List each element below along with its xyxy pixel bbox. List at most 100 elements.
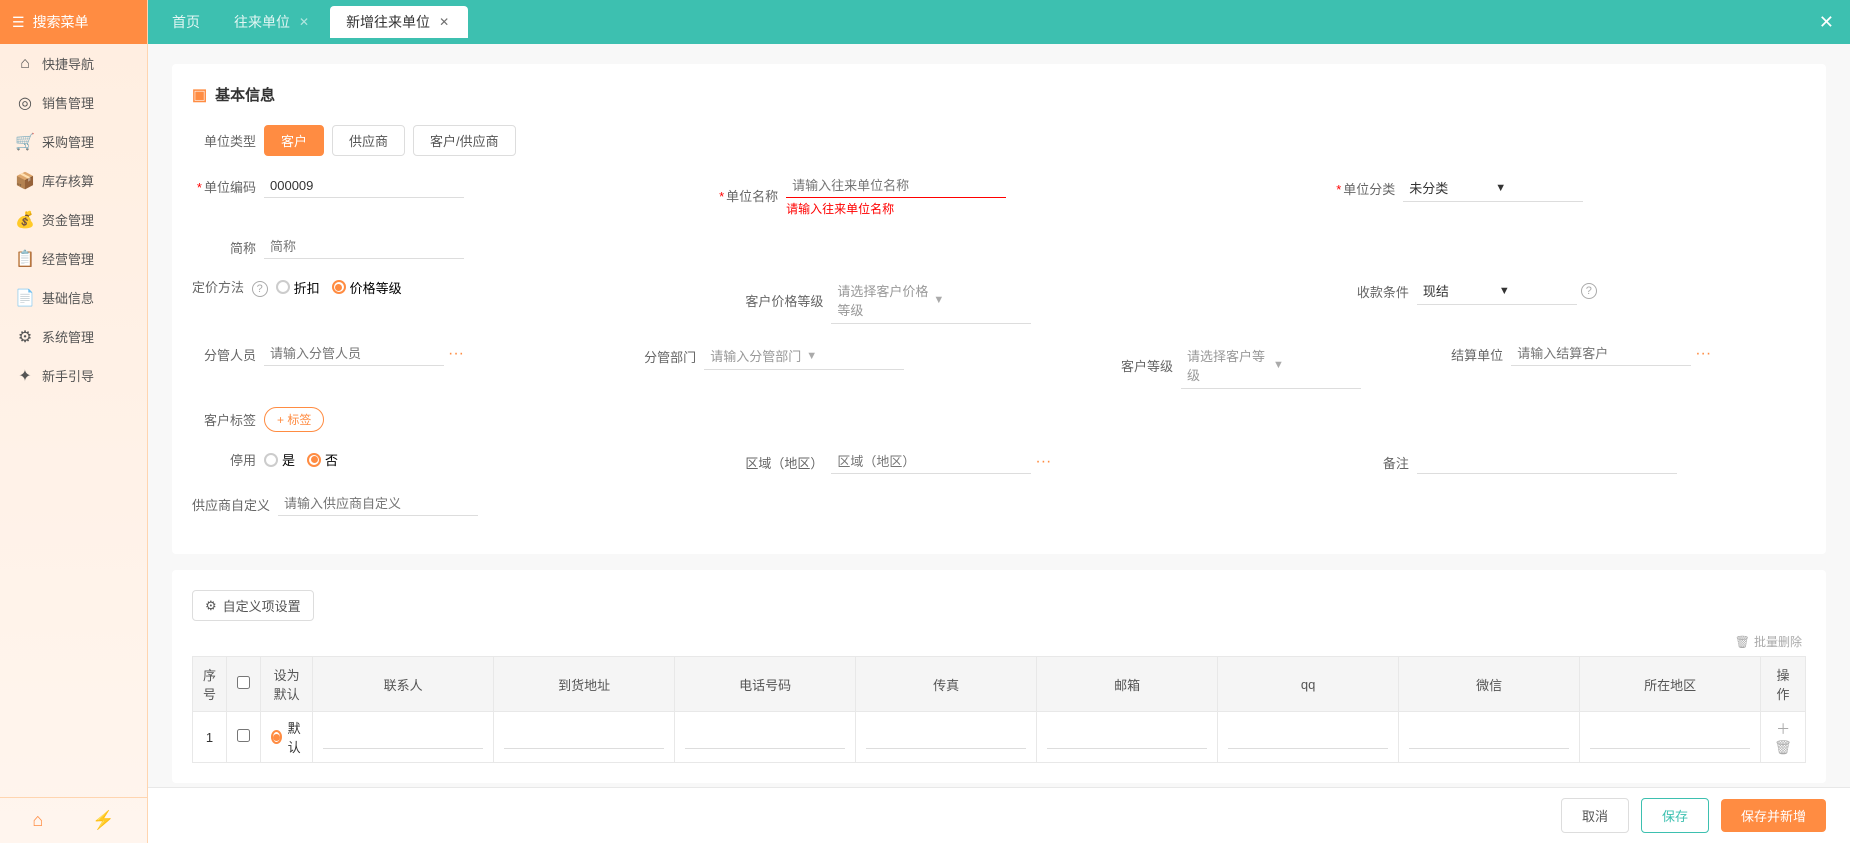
supplier-custom-input[interactable] xyxy=(278,492,478,516)
unit-type-btn-both[interactable]: 客户/供应商 xyxy=(413,125,516,156)
remark-input[interactable] xyxy=(1417,450,1677,474)
tab-contacts[interactable]: 往来单位✕ xyxy=(218,6,328,38)
cancel-button[interactable]: 取消 xyxy=(1561,798,1629,833)
tab-close-new-contact[interactable]: ✕ xyxy=(436,14,452,30)
window-close-button[interactable]: ✕ xyxy=(1811,8,1842,37)
batch-delete-label: 批量删除 xyxy=(1754,633,1802,650)
add-tag-button[interactable]: + 标签 xyxy=(264,407,324,432)
table-body: 1默认＋🗑 xyxy=(193,712,1806,763)
table-toolbar: 🗑 批量删除 xyxy=(192,633,1806,650)
supplier-custom-row: 供应商自定义 xyxy=(192,492,1806,516)
sidebar-item-system[interactable]: ⚙系统管理 xyxy=(0,317,147,356)
customer-price-select[interactable]: 请选择客户价格等级 ▼ xyxy=(831,277,1031,324)
operations-icon: 📋 xyxy=(16,250,34,268)
region-more-btn[interactable]: ··· xyxy=(1031,453,1055,471)
unit-code-label: *单位编码 xyxy=(192,177,256,196)
supplier-custom-group: 供应商自定义 xyxy=(192,492,1806,516)
sidebar-item-inventory[interactable]: 📦库存核算 xyxy=(0,161,147,200)
tab-new-contact[interactable]: 新增往来单位✕ xyxy=(330,6,468,38)
row-region-0[interactable] xyxy=(1580,712,1761,763)
pricing-radio-circle-price-level xyxy=(332,280,346,294)
disabled-radio-yes[interactable]: 是 xyxy=(264,450,295,469)
unit-type-btn-customer[interactable]: 客户 xyxy=(264,125,324,156)
manager-input[interactable] xyxy=(264,342,444,366)
row-check-0[interactable] xyxy=(227,712,261,763)
batch-delete-button[interactable]: 🗑 批量删除 xyxy=(1735,633,1802,650)
row-qq-input-0[interactable] xyxy=(1228,725,1388,749)
table-header-6: 传真 xyxy=(856,657,1037,712)
sidebar-item-operations[interactable]: 📋经营管理 xyxy=(0,239,147,278)
short-name-input[interactable] xyxy=(264,235,464,259)
row-phone-input-0[interactable] xyxy=(685,725,845,749)
row-fax-input-0[interactable] xyxy=(866,725,1026,749)
inventory-icon: 📦 xyxy=(16,172,34,190)
row-region-input-0[interactable] xyxy=(1590,725,1750,749)
table-select-all[interactable] xyxy=(237,676,250,689)
section-title-text: 基本信息 xyxy=(215,84,275,105)
row-default-radio-0[interactable] xyxy=(271,730,282,744)
sales-icon: ◎ xyxy=(16,94,34,112)
sidebar-settings-icon[interactable]: ⚡ xyxy=(88,806,118,835)
sidebar-search-label: 搜索菜单 xyxy=(33,12,89,32)
region-input[interactable] xyxy=(831,450,1031,474)
row-contact-input-0[interactable] xyxy=(323,725,483,749)
pricing-radio-price-level[interactable]: 价格等级 xyxy=(332,278,402,297)
pricing-radio-discount[interactable]: 折扣 xyxy=(276,278,320,297)
sidebar-item-finance[interactable]: 💰资金管理 xyxy=(0,200,147,239)
dept-select[interactable]: 请输入分管部门 ▼ xyxy=(704,342,904,370)
payment-terms-help-icon[interactable]: ? xyxy=(1581,283,1597,299)
sidebar-item-quick-nav[interactable]: ⌂快捷导航 xyxy=(0,44,147,83)
unit-type-btn-supplier[interactable]: 供应商 xyxy=(332,125,405,156)
row-checkbox-0[interactable] xyxy=(237,729,250,742)
sidebar-label-quick-nav: 快捷导航 xyxy=(42,54,94,73)
footer-bar: 取消 保存 保存并新增 xyxy=(148,787,1850,843)
manager-more-btn[interactable]: ··· xyxy=(444,345,468,363)
row-wechat-0[interactable] xyxy=(1399,712,1580,763)
sidebar-item-basic-info[interactable]: 📄基础信息 xyxy=(0,278,147,317)
unit-type-row: 单位类型 客户供应商客户/供应商 xyxy=(192,125,1806,156)
settlement-input[interactable] xyxy=(1511,342,1691,366)
custom-settings-button[interactable]: ⚙ 自定义项设置 xyxy=(192,590,314,621)
row-default-label-0: 默认 xyxy=(286,718,302,756)
table-header-8: qq xyxy=(1218,657,1399,712)
settlement-more-btn[interactable]: ··· xyxy=(1691,345,1715,363)
content-area: ▣ 基本信息 单位类型 客户供应商客户/供应商 *单位编码 xyxy=(148,44,1850,787)
row-contact-0[interactable] xyxy=(313,712,494,763)
row-delete-btn-0[interactable]: 🗑 xyxy=(1771,739,1795,755)
unit-code-input[interactable] xyxy=(264,174,464,198)
sidebar-search[interactable]: ☰ 搜索菜单 xyxy=(0,0,147,44)
row-wechat-input-0[interactable] xyxy=(1409,725,1569,749)
short-name-label: 简称 xyxy=(192,238,256,257)
row-address-0[interactable] xyxy=(494,712,675,763)
sidebar-item-new-guide[interactable]: ✦新手引导 xyxy=(0,356,147,395)
batch-delete-icon: 🗑 xyxy=(1735,635,1750,649)
row-default-0[interactable]: 默认 xyxy=(261,712,313,763)
save-add-button[interactable]: 保存并新增 xyxy=(1721,799,1826,832)
tab-home[interactable]: 首页 xyxy=(156,6,216,38)
settlement-label: 结算单位 xyxy=(1439,345,1503,364)
table-header-2: 设为默认 xyxy=(261,657,313,712)
pricing-radios: 折扣价格等级 xyxy=(276,278,402,297)
unit-category-select[interactable]: 未分类 ▼ xyxy=(1403,174,1583,202)
pricing-help-icon[interactable]: ? xyxy=(252,281,268,297)
tab-close-contacts[interactable]: ✕ xyxy=(296,14,312,30)
disabled-radio-circle-no xyxy=(307,453,321,467)
sidebar-home-icon[interactable]: ⌂ xyxy=(28,806,47,835)
row-email-0[interactable] xyxy=(1037,712,1218,763)
pricing-radio-circle-discount xyxy=(276,280,290,294)
payment-terms-group: 收款条件 现结 ▼ ? xyxy=(1345,277,1806,305)
row-phone-0[interactable] xyxy=(675,712,856,763)
payment-terms-select[interactable]: 现结 ▼ xyxy=(1417,277,1577,305)
row-address-input-0[interactable] xyxy=(504,725,664,749)
sidebar-item-sales[interactable]: ◎销售管理 xyxy=(0,83,147,122)
sidebar-bottom-bar: ⌂ ⚡ xyxy=(0,797,147,843)
disabled-radio-no[interactable]: 否 xyxy=(307,450,338,469)
customer-level-select[interactable]: 请选择客户等级 ▼ xyxy=(1181,342,1361,389)
row-email-input-0[interactable] xyxy=(1047,725,1207,749)
row-fax-0[interactable] xyxy=(856,712,1037,763)
save-button[interactable]: 保存 xyxy=(1641,798,1709,833)
unit-name-input[interactable] xyxy=(786,174,1006,198)
sidebar-item-purchase[interactable]: 🛒采购管理 xyxy=(0,122,147,161)
row-add-btn-0[interactable]: ＋ xyxy=(1773,721,1793,737)
row-qq-0[interactable] xyxy=(1218,712,1399,763)
